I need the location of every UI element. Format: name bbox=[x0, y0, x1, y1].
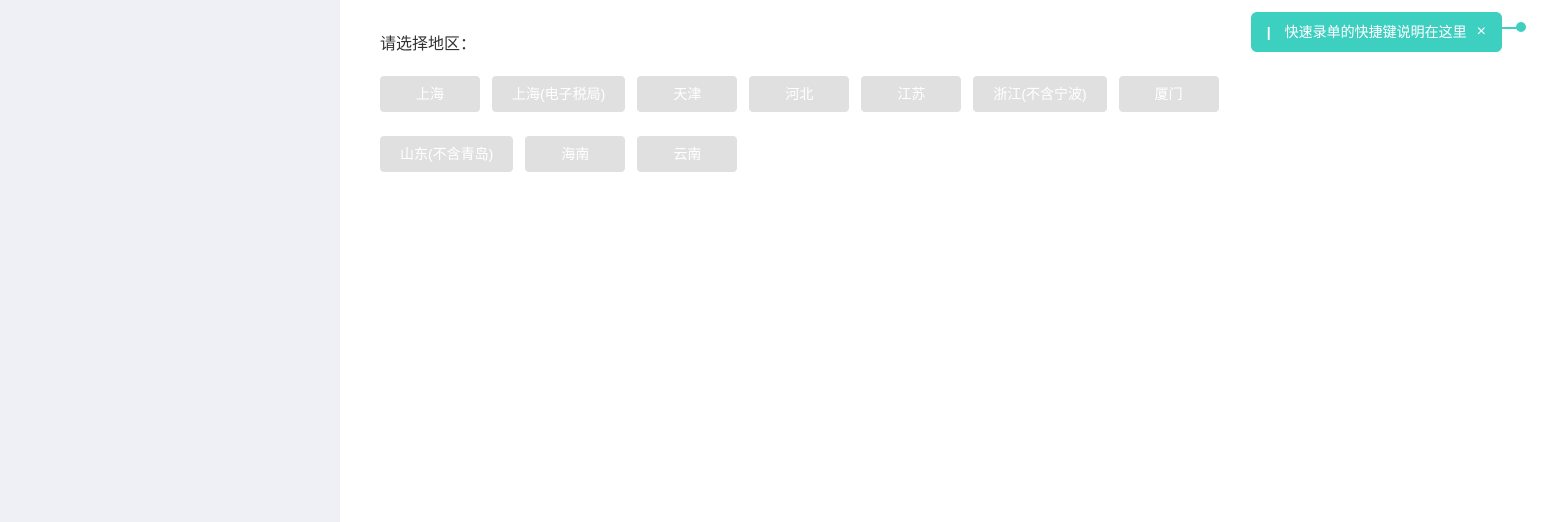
tooltip-banner: 快速录单的快捷键说明在这里 × bbox=[1251, 12, 1502, 52]
region-btn-tianjin[interactable]: 天津 bbox=[637, 76, 737, 112]
tooltip-text: 快速录单的快捷键说明在这里 bbox=[1285, 22, 1467, 42]
dot-indicator bbox=[1516, 22, 1526, 32]
left-sidebar bbox=[0, 0, 340, 522]
region-btn-shanghai-etax[interactable]: 上海(电子税局) bbox=[492, 76, 625, 112]
region-btn-hainan[interactable]: 海南 bbox=[525, 136, 625, 172]
region-btn-yunnan[interactable]: 云南 bbox=[637, 136, 737, 172]
region-btn-hebei[interactable]: 河北 bbox=[749, 76, 849, 112]
main-content: 请选择地区： 上海 上海(电子税局) 天津 河北 江苏 浙江(不含宁波) 厦门 … bbox=[340, 0, 1562, 522]
region-btn-xiamen[interactable]: 厦门 bbox=[1119, 76, 1219, 112]
region-btn-shandong[interactable]: 山东(不含青岛) bbox=[380, 136, 513, 172]
region-btn-shanghai[interactable]: 上海 bbox=[380, 76, 480, 112]
region-btn-zhejiang[interactable]: 浙江(不含宁波) bbox=[973, 76, 1106, 112]
region-btn-jiangsu[interactable]: 江苏 bbox=[861, 76, 961, 112]
tooltip-close-button[interactable]: × bbox=[1477, 24, 1486, 40]
region-grid: 上海 上海(电子税局) 天津 河北 江苏 浙江(不含宁波) 厦门 山东(不含青岛… bbox=[380, 76, 1522, 172]
